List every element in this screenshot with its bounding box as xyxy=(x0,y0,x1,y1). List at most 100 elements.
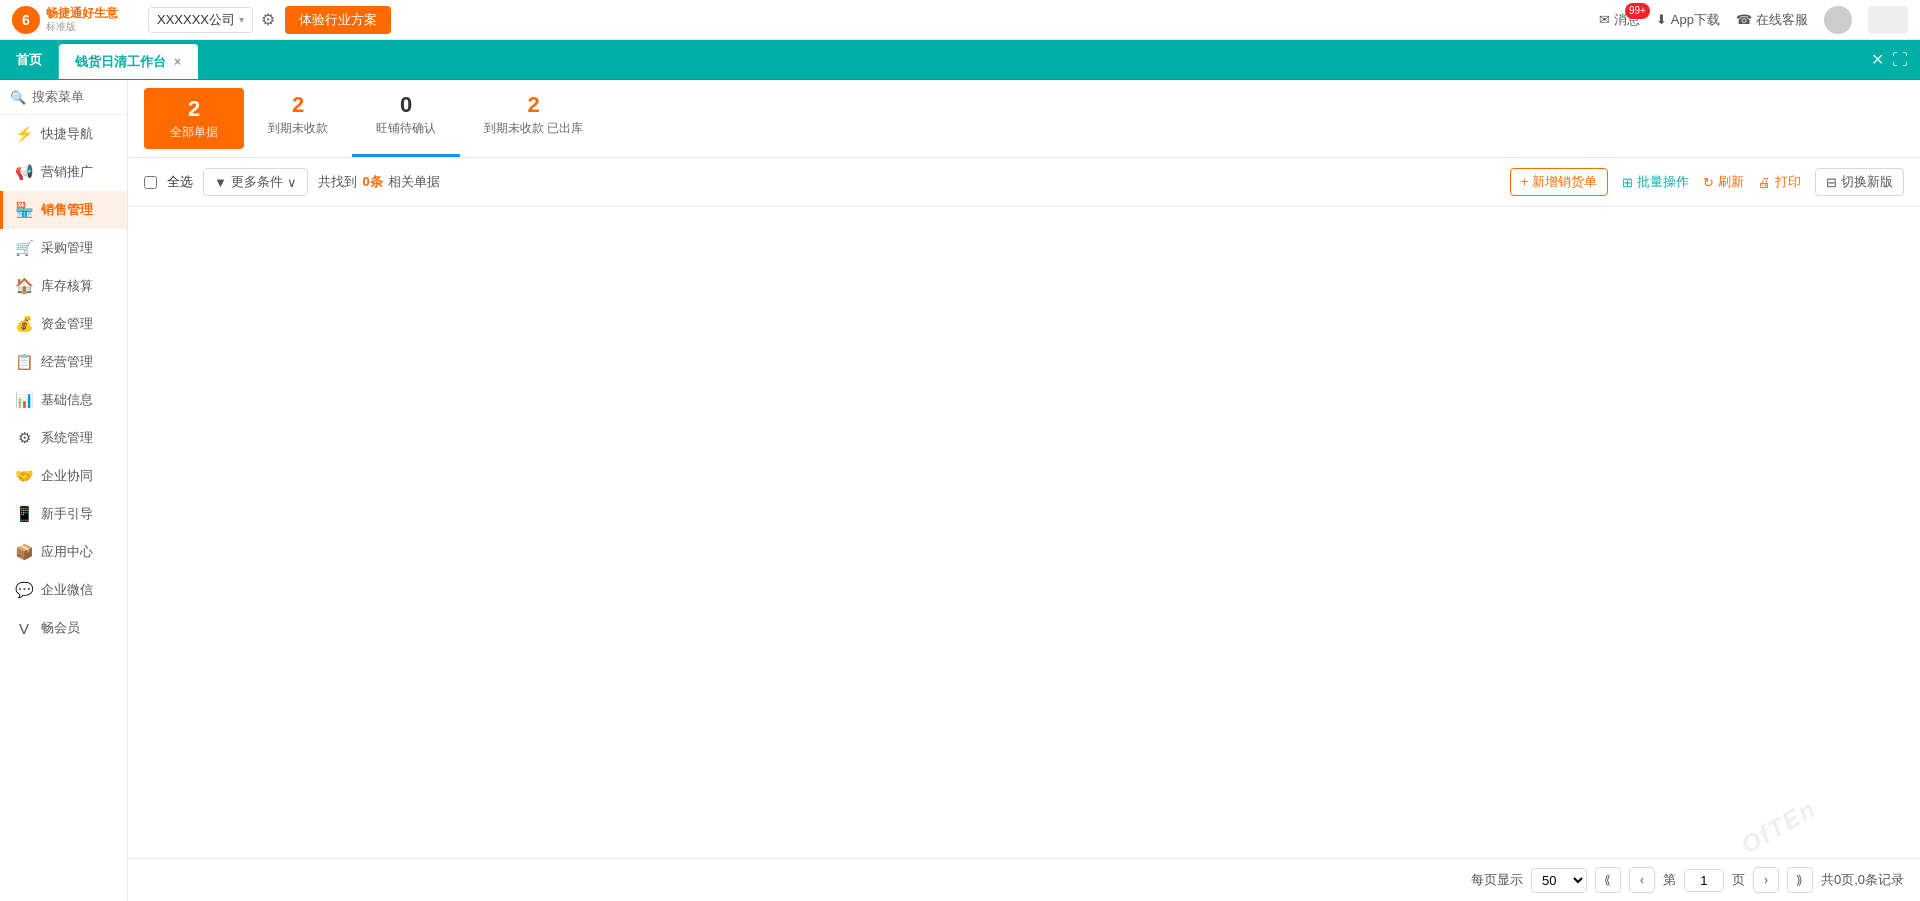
content-area: 2 全部单据 2 到期未收款 0 旺铺待确认 2 到期未收款 已出库 全选 xyxy=(128,80,1920,901)
tab-close-icon[interactable]: × xyxy=(174,55,181,69)
operations-icon: 📋 xyxy=(15,353,33,371)
filter-btn[interactable]: ▼ 更多条件 ∨ xyxy=(203,168,308,196)
app-download-btn[interactable]: ⬇ App下载 xyxy=(1656,11,1720,29)
app-center-label: 应用中心 xyxy=(41,543,93,561)
stat-tab-wangpu[interactable]: 0 旺铺待确认 xyxy=(352,80,460,157)
switch-label: 切换新版 xyxy=(1841,173,1893,191)
toolbar: 全选 ▼ 更多条件 ∨ 共找到 0条 相关单据 + 新增销货单 ⊞ 批量操作 xyxy=(128,158,1920,207)
refresh-btn[interactable]: ↻ 刷新 xyxy=(1703,173,1744,191)
inventory-icon: 🏠 xyxy=(15,277,33,295)
toolbar-left: 全选 ▼ 更多条件 ∨ 共找到 0条 相关单据 xyxy=(144,168,440,196)
cooperation-icon: 🤝 xyxy=(15,467,33,485)
batch-operation-btn[interactable]: ⊞ 批量操作 xyxy=(1622,173,1689,191)
sidebar-item-vip[interactable]: V 畅会员 xyxy=(0,609,127,647)
purchase-label: 采购管理 xyxy=(41,239,93,257)
sidebar-item-system[interactable]: ⚙ 系统管理 xyxy=(0,419,127,457)
tab-active[interactable]: 钱货日清工作台 × xyxy=(59,44,198,79)
stat-tab-all[interactable]: 2 全部单据 xyxy=(144,88,244,149)
page-label: 第 xyxy=(1663,871,1676,889)
filter-icon: ▼ xyxy=(214,175,227,190)
sales-icon: 🏪 xyxy=(15,201,33,219)
top-header: 6 畅捷通好生意 标准版 XXXXXX公司 ▾ ⚙ 体验行业方案 ✉ 消息 99… xyxy=(0,0,1920,40)
refresh-label: 刷新 xyxy=(1718,173,1744,191)
tab-bar-actions: ✕ ⛶ xyxy=(1871,50,1920,69)
sidebar-item-inventory[interactable]: 🏠 库存核算 xyxy=(0,267,127,305)
sidebar-item-app-center[interactable]: 📦 应用中心 xyxy=(0,533,127,571)
add-order-btn[interactable]: + 新增销货单 xyxy=(1510,168,1608,196)
sidebar-item-finance[interactable]: 💰 资金管理 xyxy=(0,305,127,343)
stat-unshipped-label: 到期未收款 已出库 xyxy=(484,120,583,137)
sidebar-item-sales[interactable]: 🏪 销售管理 xyxy=(0,191,127,229)
wechat-label: 企业微信 xyxy=(41,581,93,599)
switch-version-btn[interactable]: ⊟ 切换新版 xyxy=(1815,168,1904,196)
stat-wangpu-label: 旺铺待确认 xyxy=(376,120,436,137)
batch-icon: ⊞ xyxy=(1622,175,1633,190)
stat-all-label: 全部单据 xyxy=(170,124,218,141)
stat-wangpu-num: 0 xyxy=(400,92,412,118)
logo-text-area: 畅捷通好生意 标准版 xyxy=(46,6,118,32)
tab-minimize-icon[interactable]: ✕ xyxy=(1871,50,1884,69)
page-suffix: 页 xyxy=(1732,871,1745,889)
guide-label: 新手引导 xyxy=(41,505,93,523)
search-label: 搜索菜单 xyxy=(32,88,84,106)
sidebar-item-basic-info[interactable]: 📊 基础信息 xyxy=(0,381,127,419)
sidebar-search[interactable]: 🔍 搜索菜单 xyxy=(0,80,127,115)
page-size-label: 每页显示 xyxy=(1471,871,1523,889)
settings-icon[interactable]: ⚙ xyxy=(261,10,275,29)
tab-home[interactable]: 首页 xyxy=(0,40,59,79)
chevron-down-icon: ▾ xyxy=(239,14,244,25)
sidebar-item-purchase[interactable]: 🛒 采购管理 xyxy=(0,229,127,267)
header-right: ✉ 消息 99+ ⬇ App下载 ☎ 在线客服 xyxy=(1599,6,1908,34)
stat-unshipped-num: 2 xyxy=(528,92,540,118)
vip-icon: V xyxy=(15,620,33,637)
lightning-icon: ⚡ xyxy=(15,125,33,143)
stat-tab-overdue[interactable]: 2 到期未收款 xyxy=(244,80,352,157)
stat-all-num: 2 xyxy=(188,96,200,122)
filter-chevron-icon: ∨ xyxy=(287,175,297,190)
app-download-label: App下载 xyxy=(1671,11,1720,29)
system-label: 系统管理 xyxy=(41,429,93,447)
app-center-icon: 📦 xyxy=(15,543,33,561)
sidebar-item-cooperation[interactable]: 🤝 企业协同 xyxy=(0,457,127,495)
found-text: 共找到 0条 相关单据 xyxy=(318,173,440,191)
sidebar-item-operations[interactable]: 📋 经营管理 xyxy=(0,343,127,381)
logo-title: 畅捷通好生意 xyxy=(46,6,118,20)
tab-expand-icon[interactable]: ⛶ xyxy=(1892,51,1908,69)
inventory-label: 库存核算 xyxy=(41,277,93,295)
avatar[interactable] xyxy=(1824,6,1852,34)
page-next-btn[interactable]: › xyxy=(1753,867,1779,893)
online-service-btn[interactable]: ☎ 在线客服 xyxy=(1736,11,1808,29)
table-area xyxy=(128,207,1920,858)
page-last-btn[interactable]: ⟫ xyxy=(1787,867,1813,893)
page-number-input[interactable]: 1 xyxy=(1684,869,1724,892)
filter-label: 更多条件 xyxy=(231,173,283,191)
finance-icon: 💰 xyxy=(15,315,33,333)
wechat-icon: 💬 xyxy=(15,581,33,599)
company-selector[interactable]: XXXXXX公司 ▾ xyxy=(148,7,253,33)
page-first-btn[interactable]: ⟪ xyxy=(1595,867,1621,893)
home-tab-label: 首页 xyxy=(16,51,42,69)
user-menu[interactable] xyxy=(1868,6,1908,34)
operations-label: 经营管理 xyxy=(41,353,93,371)
select-all-checkbox[interactable] xyxy=(144,176,157,189)
stats-tabs: 2 全部单据 2 到期未收款 0 旺铺待确认 2 到期未收款 已出库 xyxy=(128,80,1920,158)
page-size-select[interactable]: 50 100 200 xyxy=(1531,868,1587,893)
toolbar-right: + 新增销货单 ⊞ 批量操作 ↻ 刷新 🖨 打印 ⊟ 切换新版 xyxy=(1510,168,1904,196)
finance-label: 资金管理 xyxy=(41,315,93,333)
page-prev-btn[interactable]: ‹ xyxy=(1629,867,1655,893)
print-icon: 🖨 xyxy=(1758,175,1771,190)
stat-tab-unshipped[interactable]: 2 到期未收款 已出库 xyxy=(460,80,607,157)
trial-btn[interactable]: 体验行业方案 xyxy=(285,6,391,34)
guide-icon: 📱 xyxy=(15,505,33,523)
basic-info-label: 基础信息 xyxy=(41,391,93,409)
messages-btn[interactable]: ✉ 消息 99+ xyxy=(1599,11,1640,29)
sidebar-item-quick-nav[interactable]: ⚡ 快捷导航 xyxy=(0,115,127,153)
stat-overdue-label: 到期未收款 xyxy=(268,120,328,137)
logo-icon: 6 xyxy=(12,6,40,34)
sidebar-item-marketing[interactable]: 📢 营销推广 xyxy=(0,153,127,191)
sidebar-item-wechat[interactable]: 💬 企业微信 xyxy=(0,571,127,609)
empty-content xyxy=(128,207,1920,858)
sidebar-item-guide[interactable]: 📱 新手引导 xyxy=(0,495,127,533)
print-btn[interactable]: 🖨 打印 xyxy=(1758,173,1801,191)
select-all-label: 全选 xyxy=(167,173,193,191)
